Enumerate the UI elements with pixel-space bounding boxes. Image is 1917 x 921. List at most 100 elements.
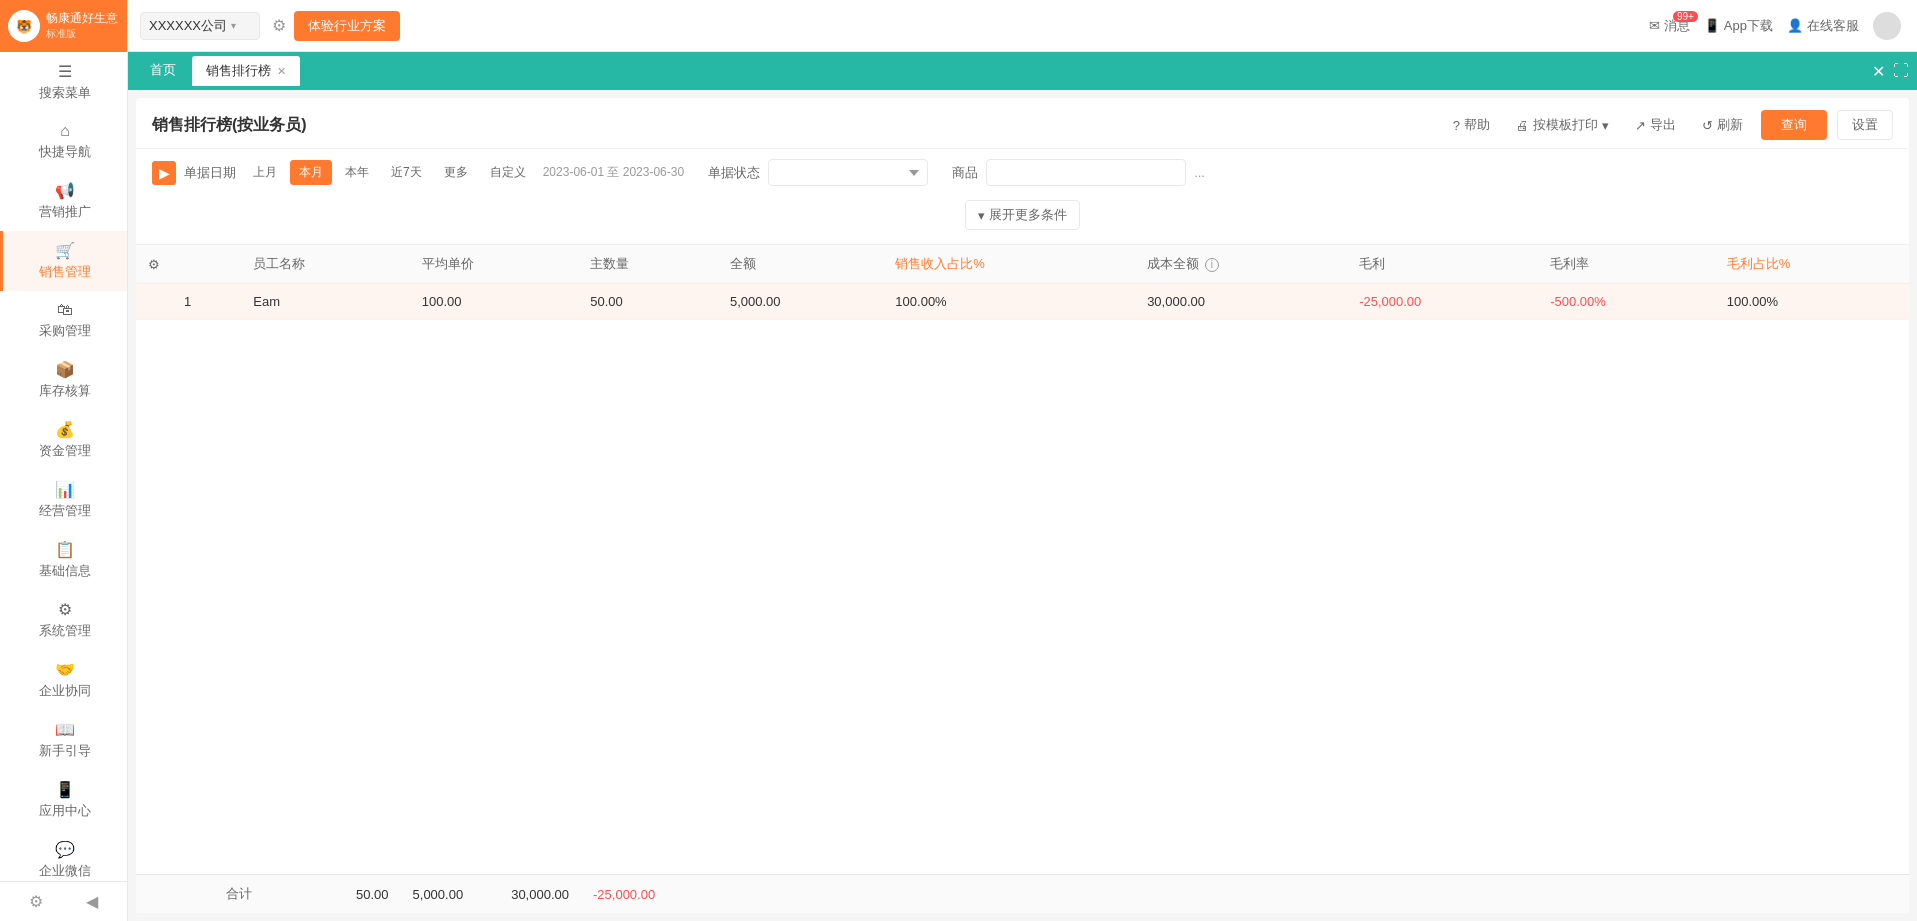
sidebar-item-label: 资金管理 — [39, 442, 91, 460]
app-icon: 📱 — [1704, 18, 1720, 33]
sidebar-settings-icon[interactable]: ⚙ — [29, 892, 43, 911]
tab-sales-ranking[interactable]: 销售排行榜 ✕ — [192, 56, 300, 86]
td-sales-pct: 100.00% — [883, 284, 1135, 320]
date-btn-group: 上月 本月 本年 近7天 更多 自定义 — [244, 160, 535, 185]
company-name: XXXXXX公司 — [149, 17, 227, 35]
date-7days-btn[interactable]: 近7天 — [382, 160, 431, 185]
goods-input[interactable] — [986, 159, 1186, 186]
logo-sub: 标准版 — [46, 27, 118, 41]
export-button[interactable]: ↗ 导出 — [1627, 112, 1684, 138]
sidebar-item-label: 销售管理 — [39, 263, 91, 281]
operations-icon: 📊 — [55, 480, 75, 499]
topbar-settings-icon[interactable]: ⚙ — [272, 16, 286, 35]
date-current-month-btn[interactable]: 本月 — [290, 160, 332, 185]
table-row: 1 Eam 100.00 50.00 5,000.00 100.00% 30,0… — [136, 284, 1909, 320]
sidebar-item-label: 企业微信 — [39, 862, 91, 880]
th-profit-rate: 毛利率 — [1538, 245, 1715, 284]
trial-button[interactable]: 体验行业方案 — [294, 11, 400, 41]
date-range-display: 2023-06-01 至 2023-06-30 — [543, 164, 684, 181]
page-title: 销售排行榜(按业务员) — [152, 115, 307, 136]
content: 销售排行榜(按业务员) ? 帮助 🖨 按模板打印 ▾ ↗ 导出 — [128, 90, 1917, 921]
page-container: 销售排行榜(按业务员) ? 帮助 🖨 按模板打印 ▾ ↗ 导出 — [136, 98, 1909, 913]
sidebar-item-label: 新手引导 — [39, 742, 91, 760]
print-button[interactable]: 🖨 按模板打印 ▾ — [1508, 112, 1617, 138]
status-select[interactable] — [768, 159, 928, 186]
data-table: ⚙ 员工名称 平均单价 主数量 全额 销售收入占比% 成本全额 i 毛利 毛利率… — [136, 245, 1909, 320]
sidebar-collapse-icon[interactable]: ◀ — [86, 892, 98, 911]
page-actions: ? 帮助 🖨 按模板打印 ▾ ↗ 导出 ↺ 刷新 — [1445, 110, 1893, 140]
td-profit-rate: -500.00% — [1538, 284, 1715, 320]
expand-filter-btn[interactable]: ▾ 展开更多条件 — [965, 200, 1080, 230]
message-icon: ✉ — [1649, 18, 1660, 33]
online-service-item[interactable]: 👤 在线客服 — [1787, 17, 1859, 35]
th-profit-pct: 毛利占比% — [1715, 245, 1909, 284]
export-icon: ↗ — [1635, 118, 1646, 133]
help-icon: ? — [1453, 118, 1460, 133]
sidebar-item-inventory[interactable]: 📦库存核算 — [0, 350, 127, 410]
main: XXXXXX公司 ▾ ⚙ 体验行业方案 ✉ 消息 99+ 📱 App下载 👤 在… — [128, 0, 1917, 921]
table-footer: 合计 50.00 5,000.00 30,000.00 -25,000.00 — [136, 874, 1909, 913]
td-avg-price: 100.00 — [410, 284, 579, 320]
service-icon: 👤 — [1787, 18, 1803, 33]
footer-cost: 30,000.00 — [499, 887, 581, 902]
sidebar-item-shortcut[interactable]: ⌂快捷导航 — [0, 112, 127, 171]
th-amount: 全额 — [718, 245, 883, 284]
sidebar-item-label: 系统管理 — [39, 622, 91, 640]
sidebar-logo: 🐯 畅康通好生意 标准版 — [0, 0, 127, 52]
message-item[interactable]: ✉ 消息 99+ — [1649, 17, 1690, 35]
td-profit: -25,000.00 — [1347, 284, 1538, 320]
settings-button[interactable]: 设置 — [1837, 110, 1893, 140]
td-rank: 1 — [172, 284, 241, 320]
date-year-btn[interactable]: 本年 — [336, 160, 378, 185]
query-button[interactable]: 查询 — [1761, 110, 1827, 140]
company-selector[interactable]: XXXXXX公司 ▾ — [140, 12, 260, 40]
tab-expand-icon[interactable]: ⛶ — [1893, 62, 1909, 81]
date-more-btn[interactable]: 更多 — [435, 160, 477, 185]
sidebar-item-base[interactable]: 📋基础信息 — [0, 530, 127, 590]
sidebar-item-appstore[interactable]: 📱 应用中心 — [0, 770, 127, 830]
help-button[interactable]: ? 帮助 — [1445, 112, 1498, 138]
refresh-button[interactable]: ↺ 刷新 — [1694, 112, 1751, 138]
avatar-item[interactable] — [1873, 12, 1905, 40]
sidebar-item-wechat[interactable]: 💬企业微信 — [0, 830, 127, 881]
date-custom-btn[interactable]: 自定义 — [481, 160, 535, 185]
logo-text: 畅康通好生意 — [46, 11, 118, 27]
chevron-down-icon: ▾ — [231, 20, 236, 31]
goods-more-icon[interactable]: ... — [1194, 165, 1205, 180]
sidebar-item-operations[interactable]: 📊经营管理 — [0, 470, 127, 530]
td-quantity: 50.00 — [578, 284, 718, 320]
sidebar-item-guide[interactable]: 📖 新手引导 — [0, 710, 127, 770]
th-cost: 成本全额 i — [1135, 245, 1347, 284]
date-label: 单据日期 — [184, 164, 236, 182]
td-employee-name: Eam — [241, 284, 410, 320]
td-profit-pct: 100.00% — [1715, 284, 1909, 320]
footer-label: 合计 — [214, 885, 264, 903]
shortcut-icon: ⌂ — [60, 122, 70, 140]
sales-icon: 🛒 — [55, 241, 75, 260]
filter-toggle-icon[interactable]: ▶ — [152, 161, 176, 185]
appstore-icon: 📱 — [55, 780, 75, 799]
sidebar-item-search[interactable]: ☰搜索菜单 — [0, 52, 127, 112]
sidebar-item-sales[interactable]: 🛒 销售管理 — [0, 231, 127, 291]
table-area: ⚙ 员工名称 平均单价 主数量 全额 销售收入占比% 成本全额 i 毛利 毛利率… — [136, 245, 1909, 874]
sidebar-item-collab[interactable]: 🤝企业协同 — [0, 650, 127, 710]
date-prev-month-btn[interactable]: 上月 — [244, 160, 286, 185]
sidebar-item-system[interactable]: ⚙系统管理 — [0, 590, 127, 650]
th-quantity: 主数量 — [578, 245, 718, 284]
th-profit: 毛利 — [1347, 245, 1538, 284]
expand-row: ▾ 展开更多条件 — [152, 196, 1893, 234]
base-icon: 📋 — [55, 540, 75, 559]
sidebar-item-finance[interactable]: 💰资金管理 — [0, 410, 127, 470]
tab-close-window-icon[interactable]: ✕ — [1872, 62, 1885, 81]
sidebar-item-purchase[interactable]: 🛍采购管理 — [0, 291, 127, 350]
sidebar-item-marketing[interactable]: 📢营销推广 — [0, 171, 127, 231]
cost-info-icon[interactable]: i — [1205, 258, 1219, 272]
app-download-item[interactable]: 📱 App下载 — [1704, 17, 1773, 35]
online-service-label: 在线客服 — [1807, 17, 1859, 35]
tab-home[interactable]: 首页 — [136, 53, 190, 89]
print-icon: 🖨 — [1516, 118, 1529, 133]
tab-close-icon[interactable]: ✕ — [277, 65, 286, 78]
th-settings[interactable]: ⚙ — [136, 245, 172, 284]
sidebar-item-label: 应用中心 — [39, 802, 91, 820]
guide-icon: 📖 — [55, 720, 75, 739]
